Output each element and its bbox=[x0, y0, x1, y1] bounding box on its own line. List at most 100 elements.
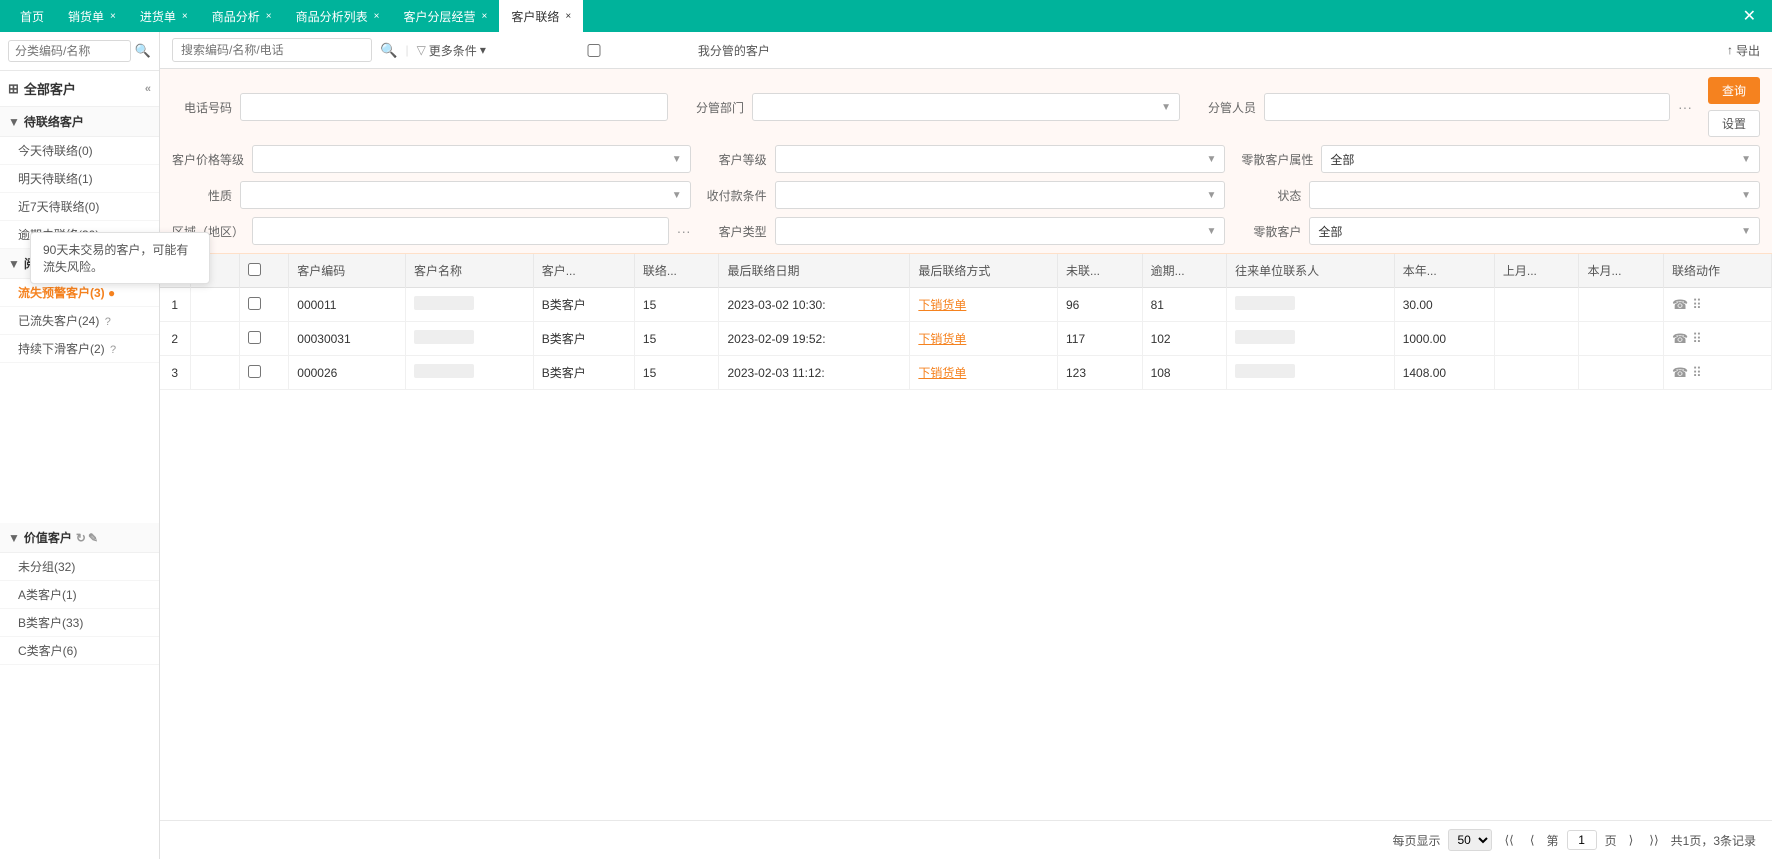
filter-search-icon[interactable]: 🔍 bbox=[380, 42, 397, 59]
nature-select[interactable]: ▼ bbox=[240, 181, 691, 209]
query-button[interactable]: 查询 bbox=[1708, 77, 1760, 104]
tab-purchase[interactable]: 进货单 × bbox=[128, 0, 200, 32]
more-conditions-btn[interactable]: ▽ 更多条件 ▾ bbox=[417, 42, 486, 59]
sidebar-item-today[interactable]: 今天待联络(0) bbox=[0, 137, 159, 165]
row-last-contact-date-2: 2023-02-03 11:12: bbox=[719, 356, 910, 390]
close-tab-customer-tier-icon[interactable]: × bbox=[481, 11, 487, 22]
sidebar-item-a-class[interactable]: A类客户(1) bbox=[0, 581, 159, 609]
customer-level-select[interactable]: ▼ bbox=[775, 145, 1226, 173]
filter-region: 区域（地区） ··· bbox=[172, 217, 691, 245]
table-area: ⚙ 客户编码 客户名称 客户... 联络... 最后联络日期 最后联络方式 未联… bbox=[160, 254, 1772, 820]
grid-icon: ⊞ bbox=[8, 81, 19, 97]
sidebar-item-c-class[interactable]: C类客户(6) bbox=[0, 637, 159, 665]
last-page-btn[interactable]: ⟩⟩ bbox=[1645, 831, 1662, 849]
row-contact-person-1 bbox=[1227, 322, 1395, 356]
sidebar-item-lost[interactable]: 已流失客户(24) ? bbox=[0, 307, 159, 335]
main-layout: 🔍 ⊞ 全部客户 « ▼ 待联络客户 今天待联络(0) 明天待联络(1) 近7天… bbox=[0, 32, 1772, 859]
search-input[interactable] bbox=[172, 38, 372, 62]
page-number-input[interactable] bbox=[1567, 830, 1597, 850]
phone-input[interactable] bbox=[240, 93, 668, 121]
row-last-contact-method-2[interactable]: 下销货单 bbox=[910, 356, 1058, 390]
filter-zero-retail: 零散客户 全部 ▼ bbox=[1241, 217, 1760, 245]
edit-icon[interactable]: ✎ bbox=[88, 531, 98, 545]
row-last-contact-date-0: 2023-03-02 10:30: bbox=[719, 288, 910, 322]
row-contact-0: 15 bbox=[634, 288, 719, 322]
tab-home[interactable]: 首页 bbox=[8, 0, 56, 32]
close-tab-sales-icon[interactable]: × bbox=[110, 11, 116, 22]
action-more-icon[interactable]: ⠿ bbox=[1692, 297, 1702, 313]
dept-select[interactable]: ▼ bbox=[752, 93, 1180, 121]
row-select-checkbox[interactable] bbox=[248, 297, 261, 310]
row-no-contact-2: 123 bbox=[1057, 356, 1142, 390]
price-level-select[interactable]: ▼ bbox=[252, 145, 691, 173]
pagination-bar: 每页显示 50 ⟨⟨ ⟨ 第 页 ⟩ ⟩⟩ 共1页，3条记录 bbox=[160, 820, 1772, 859]
page-label-before: 第 bbox=[1547, 832, 1559, 849]
payment-select[interactable]: ▼ bbox=[775, 181, 1226, 209]
first-page-btn[interactable]: ⟨⟨ bbox=[1500, 831, 1517, 849]
row-last-month-2 bbox=[1494, 356, 1579, 390]
region-input[interactable] bbox=[252, 217, 669, 245]
nature-dropdown-icon: ▼ bbox=[672, 190, 682, 201]
manager-input[interactable] bbox=[1264, 93, 1670, 121]
sidebar-item-week[interactable]: 近7天待联络(0) bbox=[0, 193, 159, 221]
close-tab-product-analysis-icon[interactable]: × bbox=[266, 11, 272, 22]
action-contact-icon[interactable]: ☎ bbox=[1672, 297, 1688, 313]
refresh-icon[interactable]: ↻ bbox=[76, 531, 86, 545]
sidebar-item-downtrend[interactable]: 持续下滑客户(2) ? bbox=[0, 335, 159, 363]
row-last-contact-method-1[interactable]: 下销货单 bbox=[910, 322, 1058, 356]
row-no-contact-1: 117 bbox=[1057, 322, 1142, 356]
export-btn[interactable]: ↑ 导出 bbox=[1727, 42, 1760, 59]
sidebar: 🔍 ⊞ 全部客户 « ▼ 待联络客户 今天待联络(0) 明天待联络(1) 近7天… bbox=[0, 32, 160, 859]
action-more-icon[interactable]: ⠿ bbox=[1692, 331, 1702, 347]
app-close-button[interactable]: ✕ bbox=[1735, 6, 1764, 26]
row-actions-0: ☎ ⠿ bbox=[1664, 288, 1772, 322]
row-last-contact-date-1: 2023-02-09 19:52: bbox=[719, 322, 910, 356]
question-icon-2: ? bbox=[110, 344, 116, 356]
filter-manager: 分管人员 ··· bbox=[1196, 93, 1692, 121]
top-nav: 首页 销货单 × 进货单 × 商品分析 × 商品分析列表 × 客户分层经营 × … bbox=[0, 0, 1772, 32]
action-more-icon[interactable]: ⠿ bbox=[1692, 365, 1702, 381]
close-tab-purchase-icon[interactable]: × bbox=[182, 11, 188, 22]
tab-product-analysis-list[interactable]: 商品分析列表 × bbox=[284, 0, 392, 32]
expand-arrow-icon: ▼ bbox=[8, 115, 20, 129]
status-select[interactable]: ▼ bbox=[1309, 181, 1760, 209]
action-contact-icon[interactable]: ☎ bbox=[1672, 365, 1688, 381]
zero-retail-attr-select[interactable]: 全部 ▼ bbox=[1321, 145, 1760, 173]
action-contact-icon[interactable]: ☎ bbox=[1672, 331, 1688, 347]
sidebar-all-customers[interactable]: ⊞ 全部客户 « bbox=[0, 71, 159, 107]
prev-page-btn[interactable]: ⟨ bbox=[1526, 831, 1539, 849]
row-checkbox-2 bbox=[239, 356, 289, 390]
zero-retail-select[interactable]: 全部 ▼ bbox=[1309, 217, 1760, 245]
row-last-contact-method-0[interactable]: 下销货单 bbox=[910, 288, 1058, 322]
sidebar-search-input[interactable] bbox=[8, 40, 131, 62]
select-all-checkbox[interactable] bbox=[248, 263, 261, 276]
sidebar-group-pending-contact[interactable]: ▼ 待联络客户 bbox=[0, 107, 159, 137]
per-page-select[interactable]: 50 bbox=[1448, 829, 1492, 851]
price-level-dropdown-icon: ▼ bbox=[672, 154, 682, 165]
my-customers-checkbox[interactable] bbox=[494, 44, 694, 57]
row-settings-0 bbox=[190, 288, 239, 322]
manager-more-icon[interactable]: ··· bbox=[1678, 99, 1692, 115]
my-customers-checkbox-label[interactable]: 我分管的客户 bbox=[494, 42, 770, 59]
sidebar-item-tomorrow[interactable]: 明天待联络(1) bbox=[0, 165, 159, 193]
filter-customer-level: 客户等级 ▼ bbox=[707, 145, 1226, 173]
sidebar-group-valued-customers[interactable]: ▼ 价值客户 ↻ ✎ bbox=[0, 523, 159, 553]
customer-type-select[interactable]: ▼ bbox=[775, 217, 1226, 245]
tab-customer-tier[interactable]: 客户分层经营 × bbox=[391, 0, 499, 32]
tab-product-analysis[interactable]: 商品分析 × bbox=[200, 0, 284, 32]
settings-button[interactable]: 设置 bbox=[1708, 110, 1760, 137]
row-contact-person-0 bbox=[1227, 288, 1395, 322]
next-page-btn[interactable]: ⟩ bbox=[1625, 831, 1638, 849]
close-tab-product-analysis-list-icon[interactable]: × bbox=[374, 11, 380, 22]
sidebar-item-b-class[interactable]: B类客户(33) bbox=[0, 609, 159, 637]
sidebar-item-ungrouped[interactable]: 未分组(32) bbox=[0, 553, 159, 581]
table-row: 1 000011 B类客户 15 2023-03-02 10:30: 下销货单 … bbox=[160, 288, 1772, 322]
tab-customer-contact[interactable]: 客户联络 × bbox=[499, 0, 583, 32]
tab-sales[interactable]: 销货单 × bbox=[56, 0, 128, 32]
row-select-checkbox[interactable] bbox=[248, 365, 261, 378]
close-tab-customer-contact-icon[interactable]: × bbox=[565, 11, 571, 22]
sidebar-search-area: 🔍 bbox=[0, 32, 159, 71]
region-more-icon[interactable]: ··· bbox=[677, 223, 691, 239]
payment-dropdown-icon: ▼ bbox=[1206, 190, 1216, 201]
row-select-checkbox[interactable] bbox=[248, 331, 261, 344]
